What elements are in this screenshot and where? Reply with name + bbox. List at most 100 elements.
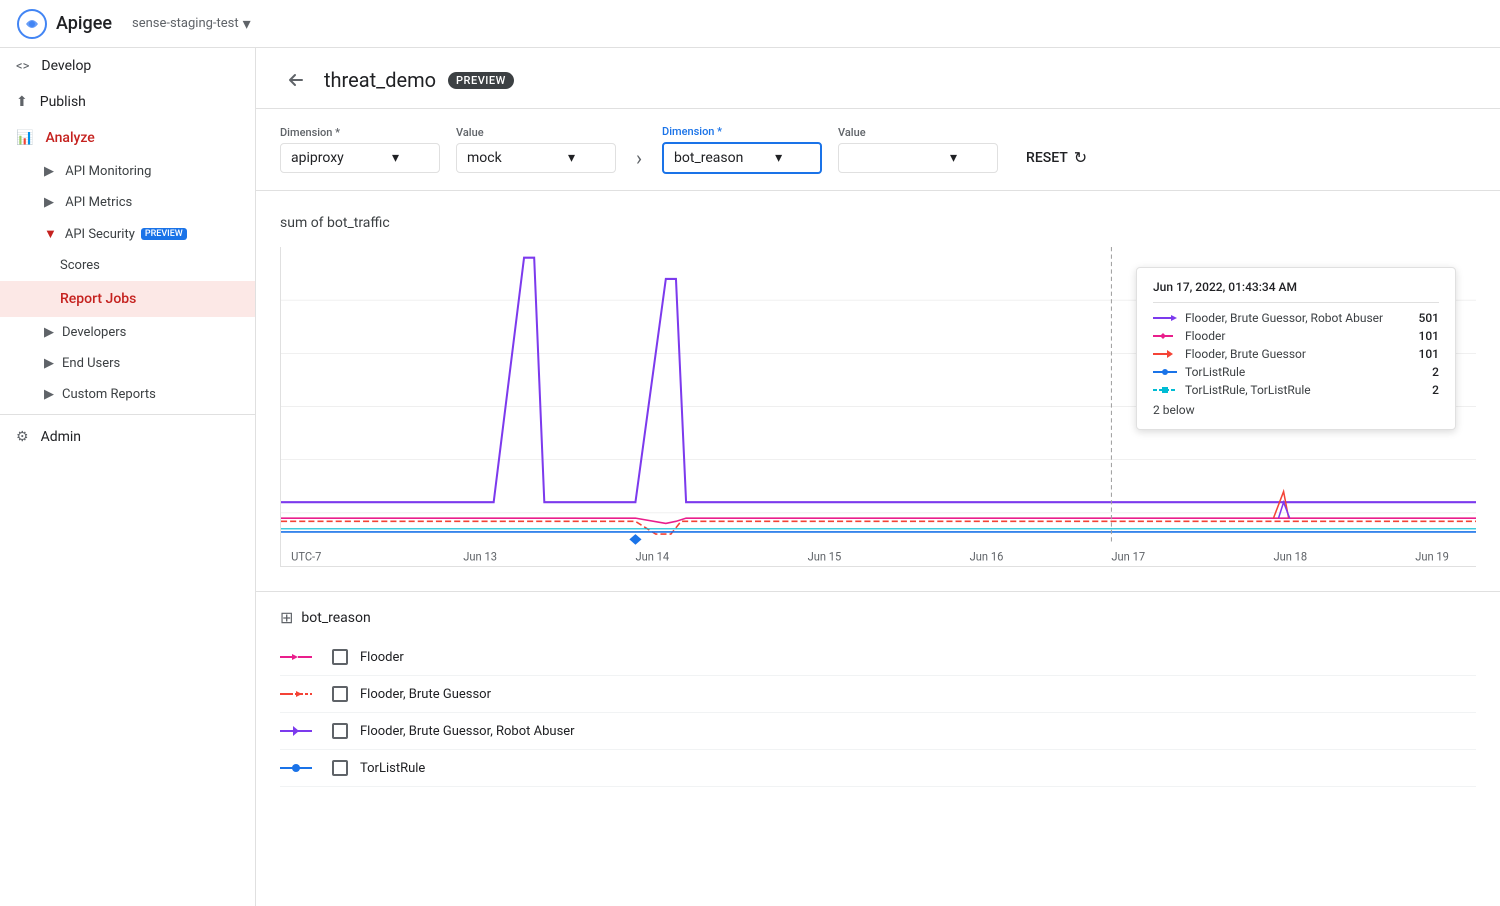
svg-text:Jun 17: Jun 17 [1111, 549, 1145, 563]
sidebar-publish-label: Publish [40, 94, 86, 110]
tooltip-row-0: Flooder, Brute Guessor, Robot Abuser 501 [1153, 309, 1439, 327]
main-content: threat_demo PREVIEW Dimension * apiproxy… [256, 48, 1500, 906]
custom-reports-expand: ▶ [44, 387, 54, 402]
val2-dropdown-icon: ▾ [920, 150, 987, 166]
reset-label: RESET [1026, 150, 1068, 166]
dim1-label: Dimension * [280, 126, 440, 139]
develop-icon: <> [16, 59, 29, 74]
tooltip-legend-4 [1153, 384, 1177, 396]
legend-item-2: Flooder, Brute Guessor, Robot Abuser [280, 713, 1476, 750]
tooltip-value-4: 2 [1432, 383, 1439, 397]
svg-text:Jun 19: Jun 19 [1415, 549, 1449, 563]
org-selector[interactable]: sense-staging-test ▾ [132, 14, 251, 33]
tooltip-legend-0 [1153, 312, 1177, 324]
legend-label-2: Flooder, Brute Guessor, Robot Abuser [360, 724, 575, 739]
sidebar-developers-label: Developers [62, 325, 126, 340]
legend-swatch-0 [280, 649, 312, 665]
legend-checkbox-2[interactable] [332, 723, 348, 739]
value2-select[interactable]: ▾ [838, 143, 998, 173]
page-header: threat_demo PREVIEW [256, 48, 1500, 109]
svg-text:Jun 16: Jun 16 [970, 549, 1004, 563]
dimension1-select[interactable]: apiproxy ▾ [280, 143, 440, 173]
legend-title: ⊞ bot_reason [280, 608, 1476, 627]
tooltip-label-1: Flooder [1185, 329, 1411, 343]
legend-swatch-1 [280, 686, 312, 702]
svg-text:Jun 15: Jun 15 [808, 549, 842, 563]
sidebar-item-admin[interactable]: ⚙ Admin [0, 419, 255, 455]
tooltip-label-0: Flooder, Brute Guessor, Robot Abuser [1185, 311, 1411, 325]
tooltip-legend-2 [1153, 348, 1177, 360]
tooltip-value-2: 101 [1419, 347, 1439, 361]
legend-checkbox-0[interactable] [332, 649, 348, 665]
sidebar-api-monitoring-label: API Monitoring [65, 164, 151, 179]
sidebar-item-custom-reports[interactable]: ▶ Custom Reports [0, 379, 255, 410]
legend-line-1 [280, 686, 312, 702]
tooltip-separator [1153, 302, 1439, 303]
tooltip-value-3: 2 [1432, 365, 1439, 379]
api-monitoring-expand: ▶ [44, 164, 54, 179]
publish-icon: ⬆ [16, 94, 28, 110]
analyze-icon: 📊 [16, 130, 33, 146]
org-name: sense-staging-test [132, 16, 239, 31]
legend-label-1: Flooder, Brute Guessor [360, 687, 491, 702]
tooltip-row-4: TorListRule, TorListRule 2 [1153, 381, 1439, 399]
legend-line-2 [280, 723, 312, 739]
value1-group: Value mock ▾ [456, 126, 616, 173]
tooltip-legend-1 [1153, 330, 1177, 342]
page-title: threat_demo [324, 68, 436, 92]
sidebar-item-develop[interactable]: <> Develop [0, 48, 255, 84]
dim2-label: Dimension * [662, 125, 822, 138]
admin-icon: ⚙ [16, 429, 29, 445]
legend-item-1: Flooder, Brute Guessor [280, 676, 1476, 713]
sidebar-item-developers[interactable]: ▶ Developers [0, 317, 255, 348]
legend-checkbox-3[interactable] [332, 760, 348, 776]
svg-text:Jun 14: Jun 14 [635, 549, 669, 563]
chart-container: UTC-7 Jun 13 Jun 14 Jun 15 Jun 16 Jun 17… [280, 247, 1476, 567]
sidebar-scores-label: Scores [60, 258, 100, 273]
back-button[interactable] [280, 64, 312, 96]
tooltip-row-2: Flooder, Brute Guessor 101 [1153, 345, 1439, 363]
chart-section: sum of bot_traffic [256, 191, 1500, 591]
chart-tooltip: Jun 17, 2022, 01:43:34 AM Flooder, Brute… [1136, 267, 1456, 430]
sidebar-report-jobs-label: Report Jobs [60, 291, 136, 307]
sidebar-custom-reports-label: Custom Reports [62, 387, 156, 402]
tooltip-legend-3 [1153, 366, 1177, 378]
sidebar-item-api-metrics[interactable]: ▶ API Metrics [0, 187, 255, 218]
dim1-value: apiproxy [291, 150, 358, 166]
legend-swatch-2 [280, 723, 312, 739]
sidebar-analyze-label: Analyze [45, 130, 94, 146]
tooltip-row-1: Flooder 101 [1153, 327, 1439, 345]
sidebar-admin-label: Admin [41, 429, 81, 445]
tooltip-below: 2 below [1153, 403, 1439, 417]
tooltip-value-0: 501 [1419, 311, 1439, 325]
sidebar-item-publish[interactable]: ⬆ Publish [0, 84, 255, 120]
legend-item-0: Flooder [280, 639, 1476, 676]
sidebar: <> Develop ⬆ Publish 📊 Analyze ▶ API Mon… [0, 48, 256, 906]
topbar: Apigee sense-staging-test ▾ [0, 0, 1500, 48]
api-metrics-expand: ▶ [44, 195, 54, 210]
legend-label-0: Flooder [360, 650, 404, 665]
sidebar-end-users-label: End Users [62, 356, 120, 371]
sidebar-item-api-monitoring[interactable]: ▶ API Monitoring [0, 156, 255, 187]
value2-group: Value ▾ [838, 126, 998, 173]
sidebar-item-report-jobs[interactable]: Report Jobs [0, 281, 255, 317]
tooltip-label-4: TorListRule, TorListRule [1185, 383, 1424, 397]
sidebar-api-metrics-label: API Metrics [65, 195, 132, 210]
sidebar-item-api-security[interactable]: ▼ API Security PREVIEW [0, 218, 255, 250]
sidebar-item-scores[interactable]: Scores [0, 250, 255, 281]
reset-icon: ↻ [1074, 148, 1087, 167]
sidebar-item-end-users[interactable]: ▶ End Users [0, 348, 255, 379]
sidebar-item-analyze[interactable]: 📊 Analyze [0, 120, 255, 156]
svg-text:Jun 13: Jun 13 [463, 549, 497, 563]
value1-select[interactable]: mock ▾ [456, 143, 616, 173]
end-users-expand: ▶ [44, 356, 54, 371]
reset-button[interactable]: RESET ↻ [1014, 142, 1099, 173]
val1-value: mock [467, 150, 534, 166]
val1-label: Value [456, 126, 616, 139]
tooltip-value-1: 101 [1419, 329, 1439, 343]
app-name: Apigee [56, 13, 112, 34]
legend-line-0 [280, 649, 312, 665]
apigee-logo-icon [16, 8, 48, 40]
legend-checkbox-1[interactable] [332, 686, 348, 702]
dimension2-select[interactable]: bot_reason ▾ [662, 142, 822, 174]
